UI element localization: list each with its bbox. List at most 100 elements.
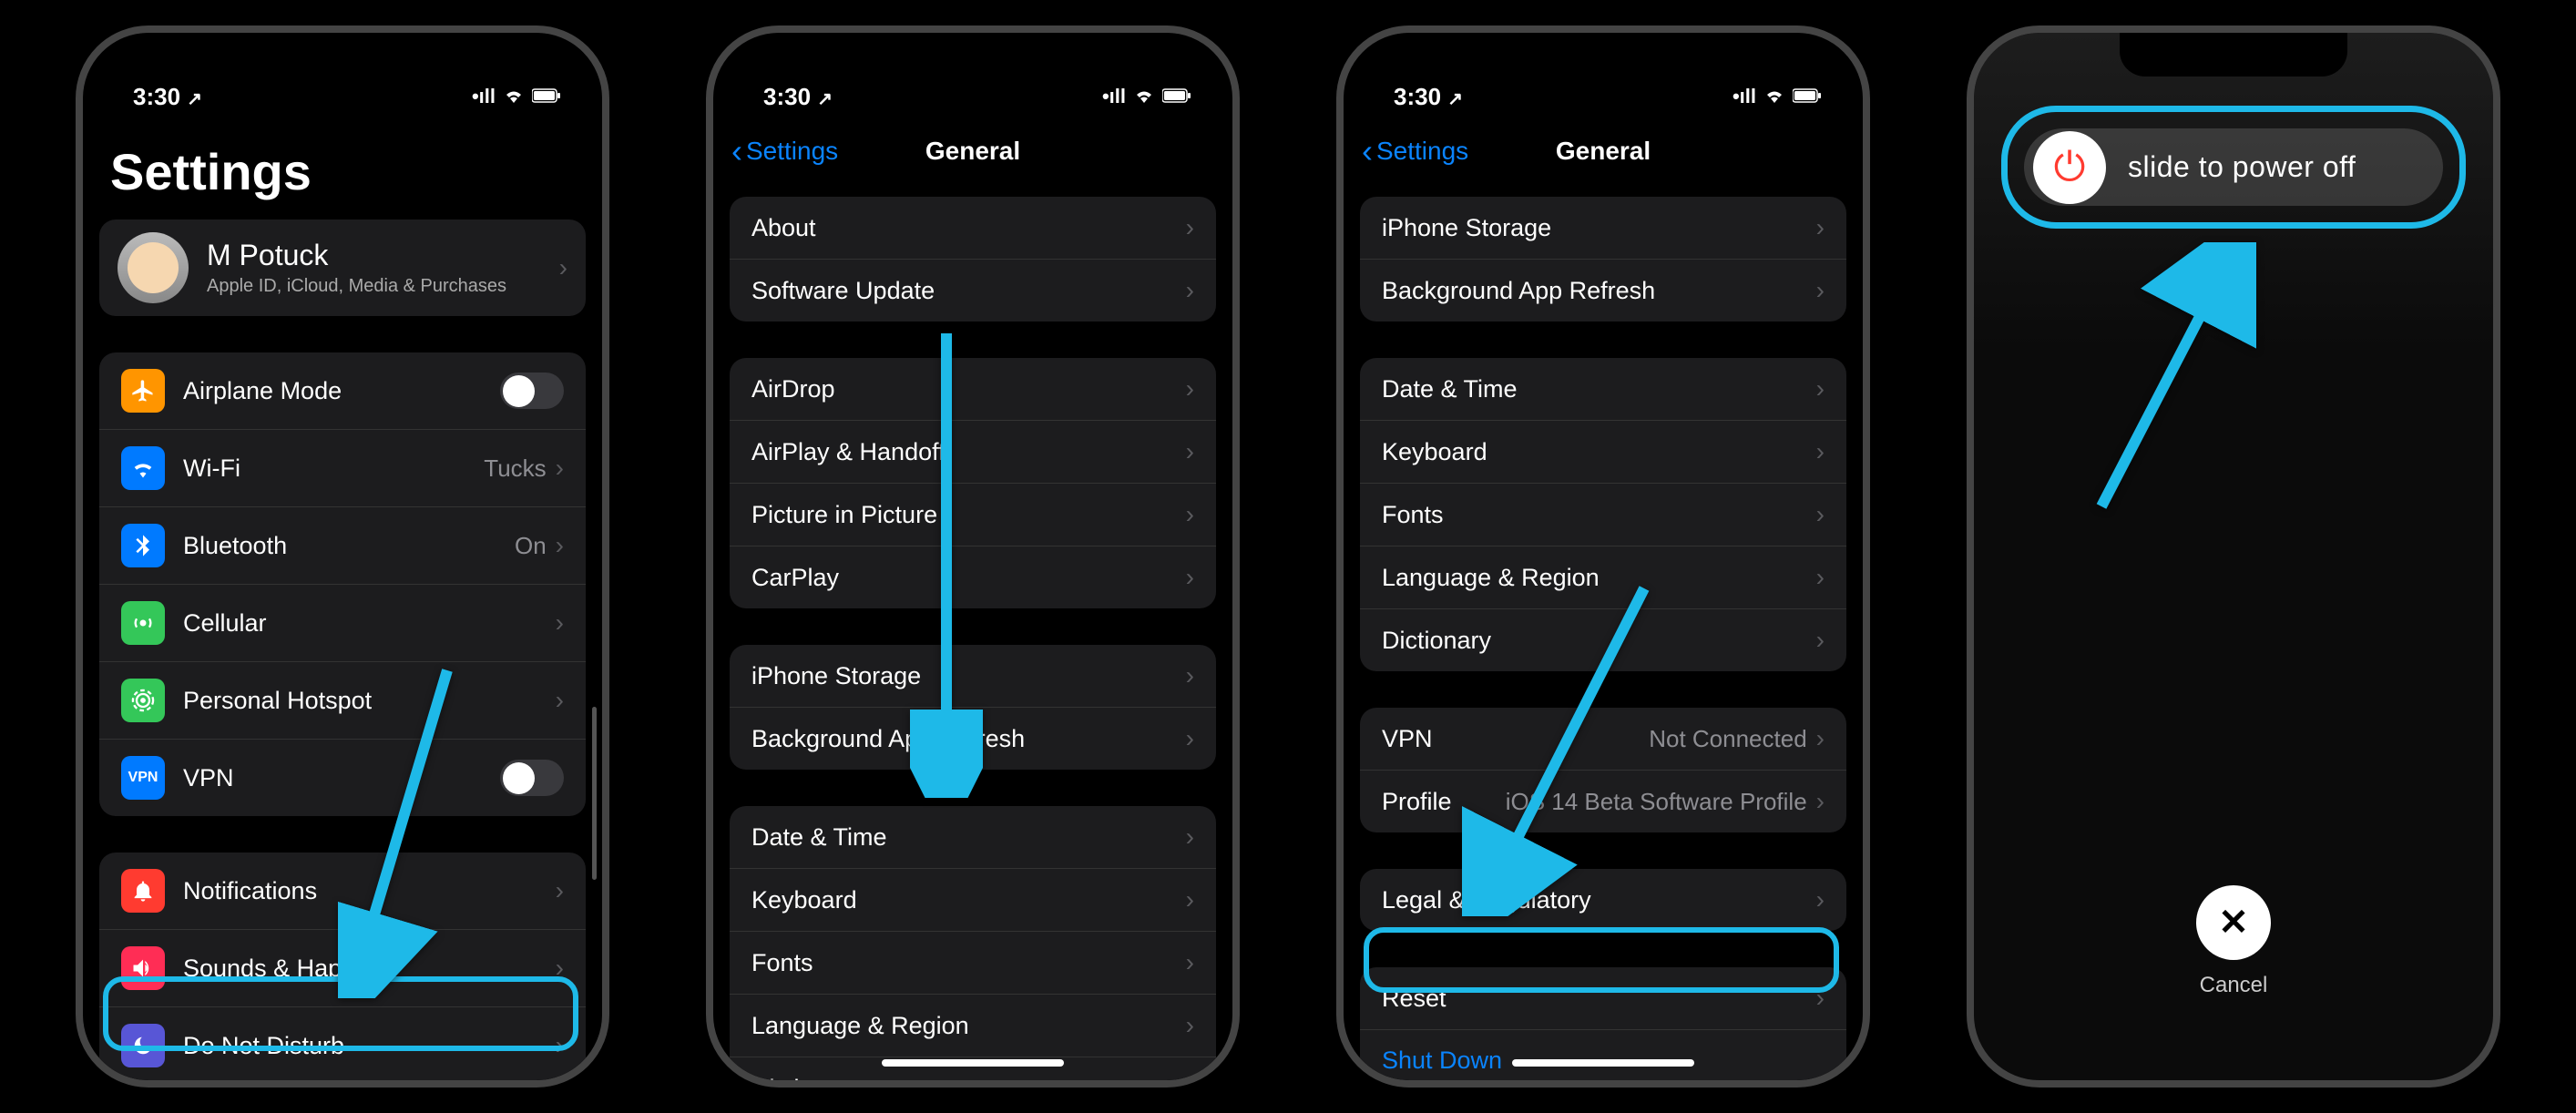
back-chevron-icon[interactable]: ‹ [1362,132,1373,170]
back-chevron-icon[interactable]: ‹ [731,132,742,170]
phone-frame-2: 3:30 ↗ •ıll ‹ Settings General About›Sof… [706,26,1240,1087]
chevron-right-icon: › [1816,500,1825,529]
chevron-right-icon: › [556,686,564,715]
settings-row[interactable]: VPNVPN [99,740,586,816]
apple-id-row[interactable]: M Potuck Apple ID, iCloud, Media & Purch… [99,220,586,316]
settings-row[interactable]: Software Update› [730,260,1216,322]
chevron-right-icon: › [1186,1011,1194,1040]
settings-row[interactable]: AirPlay & Handoff› [730,421,1216,484]
settings-row[interactable]: Keyboard› [730,869,1216,932]
scroll-indicator[interactable] [592,707,597,880]
chevron-right-icon: › [1186,374,1194,403]
chevron-right-icon: › [1186,437,1194,466]
settings-row[interactable]: Notifications› [99,853,586,930]
home-indicator[interactable] [1512,1059,1694,1067]
chevron-right-icon: › [1816,374,1825,403]
settings-row[interactable]: VPNNot Connected › [1360,708,1846,771]
chevron-right-icon: › [559,253,567,282]
settings-row[interactable]: iPhone Storage› [730,645,1216,708]
settings-row[interactable]: Sounds & Haptics› [99,930,586,1007]
chevron-right-icon: › [1816,724,1825,753]
row-value: Tucks [484,454,546,483]
row-label: Sounds & Haptics [183,955,556,983]
chevron-right-icon: › [1186,822,1194,852]
row-icon [121,524,165,567]
settings-row[interactable]: Background App Refresh› [1360,260,1846,322]
settings-row[interactable]: Do Not Disturb› [99,1007,586,1080]
settings-row[interactable]: BluetoothOn› [99,507,586,585]
chevron-right-icon: › [556,954,564,983]
legal-group: Legal & Regulatory› [1360,869,1846,931]
chevron-right-icon: › [1816,787,1825,816]
nav-bar: ‹ Settings General [1344,124,1863,179]
row-label: Background App Refresh [1382,277,1816,305]
settings-row[interactable]: Background App Refresh› [730,708,1216,770]
screen: 3:30 ↗ •ıll ‹ Settings General iPhone St… [1344,33,1863,1080]
settings-row[interactable]: Personal Hotspot› [99,662,586,740]
settings-row[interactable]: Legal & Regulatory› [1360,869,1846,931]
settings-group: Date & Time›Keyboard›Fonts›Language & Re… [730,806,1216,1080]
settings-row[interactable]: Fonts› [1360,484,1846,546]
row-label: VPN [183,764,500,792]
settings-row[interactable]: Language & Region› [730,995,1216,1057]
settings-row[interactable]: Cellular› [99,585,586,662]
row-label: About [751,214,1186,242]
status-bar: 3:30 ↗ •ıll [713,78,1232,124]
row-value: Not Connected [1649,725,1806,753]
settings-row[interactable]: About› [730,197,1216,260]
row-icon [121,369,165,413]
battery-icon [1162,85,1191,108]
chevron-right-icon: › [1816,885,1825,914]
chevron-right-icon: › [1186,276,1194,305]
power-off-screen: ⏻ slide to power off ✕ Cancel [1974,33,2493,1080]
back-button[interactable]: Settings [1376,137,1468,166]
settings-row[interactable]: CarPlay› [730,546,1216,608]
toggle-switch[interactable] [500,760,564,796]
row-label: Dictionary [751,1075,1186,1081]
nav-title: General [1556,137,1651,166]
settings-row[interactable]: Date & Time› [1360,358,1846,421]
row-label: Do Not Disturb [183,1032,556,1060]
back-button[interactable]: Settings [746,137,838,166]
cancel-area: ✕ Cancel [2196,885,2271,998]
row-label: Bluetooth [183,532,515,560]
settings-group: About›Software Update› [730,197,1216,322]
settings-row[interactable]: Reset› [1360,967,1846,1030]
cancel-button[interactable]: ✕ [2196,885,2271,960]
shut-down-button[interactable]: Shut Down [1360,1030,1846,1080]
toggle-switch[interactable] [500,373,564,409]
home-indicator[interactable] [882,1059,1064,1067]
power-off-slider[interactable]: ⏻ slide to power off [2024,128,2443,206]
status-indicators: •ıll [1733,85,1822,108]
row-label: Background App Refresh [751,725,1186,753]
row-label: Wi-Fi [183,454,484,483]
row-label: Date & Time [751,823,1186,852]
signal-icon: •ıll [1102,85,1126,108]
row-label: Picture in Picture [751,501,1186,529]
status-time: 3:30 ↗ [1394,83,1463,111]
settings-row[interactable]: Airplane Mode [99,352,586,430]
row-label: Notifications [183,877,556,905]
settings-row[interactable]: Date & Time› [730,806,1216,869]
settings-row[interactable]: Picture in Picture› [730,484,1216,546]
row-label: VPN [1382,725,1649,753]
settings-row[interactable]: ProfileiOS 14 Beta Software Profile› [1360,771,1846,832]
settings-row[interactable]: Keyboard› [1360,421,1846,484]
settings-row[interactable]: Wi-FiTucks› [99,430,586,507]
slider-text: slide to power off [2128,150,2356,184]
settings-group: AirDrop›AirPlay & Handoff›Picture in Pic… [730,358,1216,608]
row-label: AirDrop [751,375,1186,403]
row-icon [121,869,165,913]
settings-row[interactable]: iPhone Storage› [1360,197,1846,260]
page-title: Settings [83,124,602,220]
notch [1489,33,1717,77]
power-icon: ⏻ [2054,145,2086,190]
row-icon [121,1024,165,1067]
settings-row[interactable]: Dictionary› [1360,609,1846,671]
settings-row[interactable]: AirDrop› [730,358,1216,421]
chevron-right-icon: › [1186,213,1194,242]
slider-knob[interactable]: ⏻ [2033,131,2106,204]
screen: 3:30 ↗ •ıll ‹ Settings General About›Sof… [713,33,1232,1080]
settings-row[interactable]: Fonts› [730,932,1216,995]
settings-row[interactable]: Language & Region› [1360,546,1846,609]
